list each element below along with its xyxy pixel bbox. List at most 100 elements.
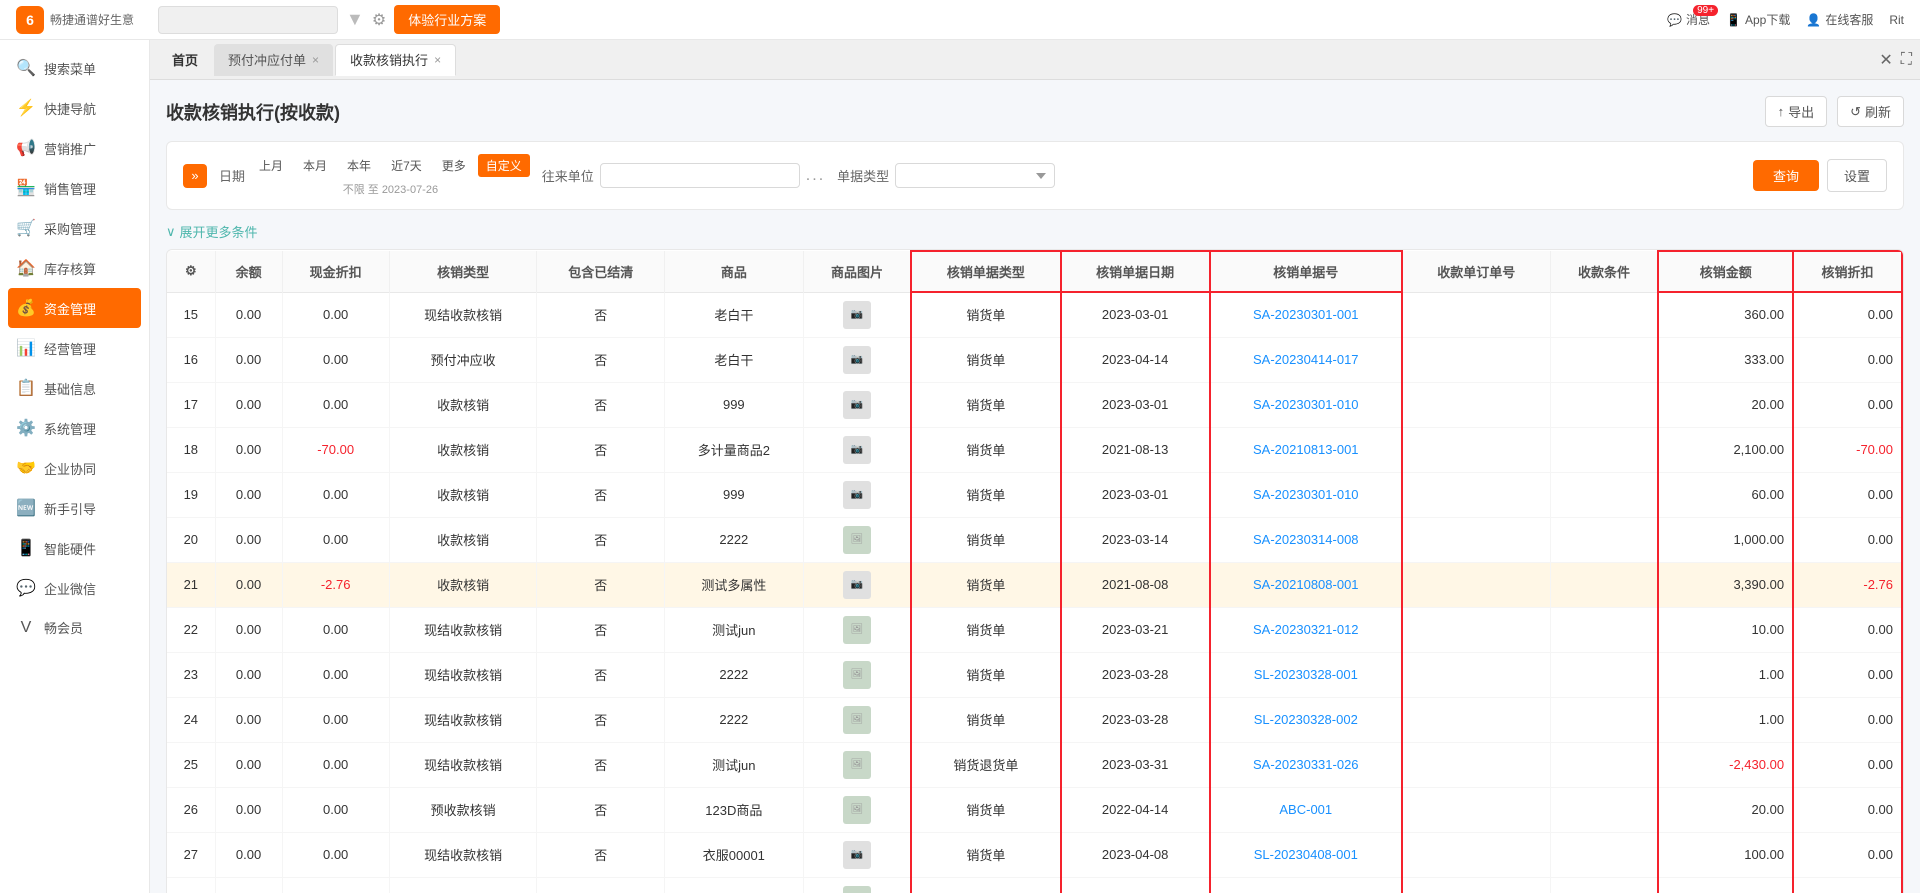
tab-prepay-close[interactable]: × [312,53,319,67]
row-cancel-bill-no[interactable]: SL-20230408-001 [1210,832,1402,877]
sidebar-item-hardware[interactable]: 📱 智能硬件 [0,528,149,568]
col-settings[interactable]: ⚙ [167,251,215,292]
query-button[interactable]: 查询 [1753,160,1819,191]
app-download-btn[interactable]: 📱 App下载 [1726,11,1790,28]
refresh-label: 刷新 [1865,102,1891,121]
row-cash-discount: 0.00 [282,877,389,893]
message-btn[interactable]: 💬 消息 99+ [1667,11,1710,28]
row-goods: 老白干 [664,292,803,337]
cancel-bill-link[interactable]: SA-20230331-026 [1253,757,1359,772]
goods-image: 📷 [843,391,871,419]
top-bar-left: 6 畅捷通谱好生意 ▼ ⚙ 体验行业方案 [16,5,1655,34]
user-avatar[interactable]: Rit [1889,13,1904,27]
tab-home[interactable]: 首页 [158,44,212,76]
sidebar-item-marketing[interactable]: 📢 营销推广 [0,128,149,168]
row-cancel-bill-no[interactable]: SA-20230301-010 [1210,472,1402,517]
guide-icon: 🆕 [16,498,36,518]
row-cancel-bill-no[interactable]: SA-20230314-008 [1210,517,1402,562]
row-cancel-discount: 0.00 [1793,292,1902,337]
cancel-bill-link[interactable]: SL-20230328-002 [1254,712,1358,727]
sidebar-item-system[interactable]: ⚙️ 系统管理 [0,408,149,448]
trial-button[interactable]: 体验行业方案 [394,5,500,34]
custom-date-btn[interactable]: 自定义 [478,154,530,177]
close-tab-btn[interactable]: ✕ [1879,50,1892,70]
refresh-button[interactable]: ↺ 刷新 [1837,96,1904,127]
row-cash-discount: 0.00 [282,787,389,832]
table-row: 25 0.00 0.00 现结收款核销 否 测试jun 🖼 销货退货单 2023… [167,742,1902,787]
row-balance: 0.00 [215,337,282,382]
cancel-bill-link[interactable]: SL-20230408-001 [1254,847,1358,862]
sidebar-item-wechat[interactable]: 💬 企业微信 [0,568,149,608]
cancel-bill-link[interactable]: SA-20230301-010 [1253,397,1359,412]
row-collection-condition [1550,607,1658,652]
row-no: 15 [167,292,215,337]
row-cancel-bill-no[interactable]: SL-20230328-001 [1210,652,1402,697]
row-cancel-bill-no[interactable]: SL-20230418-001 [1210,877,1402,893]
partner-input[interactable] [600,163,800,188]
row-cancel-bill-no[interactable]: SA-20210808-001 [1210,562,1402,607]
column-settings-icon[interactable]: ⚙ [185,263,197,278]
sidebar-item-inventory[interactable]: 🏠 库存核算 [0,248,149,288]
last-month-btn[interactable]: 上月 [251,154,291,177]
sidebar-item-basic[interactable]: 📋 基础信息 [0,368,149,408]
cancel-bill-link[interactable]: SA-20210808-001 [1253,577,1359,592]
last7-btn[interactable]: 近7天 [383,154,430,177]
row-cancel-bill-no[interactable]: SL-20230328-002 [1210,697,1402,742]
row-cancel-bill-no[interactable]: SA-20230301-001 [1210,292,1402,337]
row-cancel-bill-type: 销货单 [911,472,1060,517]
row-cancel-bill-no[interactable]: SA-20230321-012 [1210,607,1402,652]
filter-expand-button[interactable]: » [183,164,207,188]
voucher-type-label: 单据类型 [837,166,889,185]
row-no: 18 [167,427,215,472]
row-cash-discount: 0.00 [282,517,389,562]
refresh-icon: ↺ [1850,104,1861,120]
settings-icon[interactable]: ⚙ [372,10,386,30]
cancel-bill-link[interactable]: SA-20230314-008 [1253,532,1359,547]
tab-collect-close[interactable]: × [434,53,441,67]
maximize-tab-btn[interactable]: ⛶ [1901,50,1912,70]
sidebar-item-guide[interactable]: 🆕 新手引导 [0,488,149,528]
this-year-btn[interactable]: 本年 [339,154,379,177]
more-date-btn[interactable]: 更多 [434,154,474,177]
sidebar-item-finance[interactable]: 💰 资金管理 [8,288,141,328]
service-btn[interactable]: 👤 在线客服 [1806,11,1873,28]
cancel-bill-link[interactable]: ABC-001 [1279,802,1332,817]
sidebar-item-ops[interactable]: 📊 经营管理 [0,328,149,368]
sidebar-item-member[interactable]: V 畅会员 [0,608,149,647]
sidebar-item-purchase[interactable]: 🛒 采购管理 [0,208,149,248]
row-cancel-bill-type: 销货单 [911,832,1060,877]
table-row: 16 0.00 0.00 预付冲应收 否 老白干 📷 销货单 2023-04-1… [167,337,1902,382]
brand: 6 畅捷通谱好生意 [16,6,134,34]
cancel-bill-link[interactable]: SL-20230328-001 [1254,667,1358,682]
goods-image: 🖼 [843,886,871,893]
cancel-bill-link[interactable]: SA-20230321-012 [1253,622,1359,637]
sidebar-item-sales[interactable]: 🏪 销售管理 [0,168,149,208]
row-cancel-bill-no[interactable]: SA-20230414-017 [1210,337,1402,382]
cancel-bill-link[interactable]: SA-20230301-010 [1253,487,1359,502]
column-settings-button[interactable]: 设置 [1827,159,1887,192]
top-search-input[interactable] [158,6,338,34]
sidebar-item-label: 搜索菜单 [44,59,96,78]
row-cancel-bill-no[interactable]: SA-20230301-010 [1210,382,1402,427]
row-goods: 测试jun [664,607,803,652]
row-cancel-discount: 0.00 [1793,697,1902,742]
row-cancel-bill-no[interactable]: ABC-001 [1210,787,1402,832]
cancel-bill-link[interactable]: SA-20230414-017 [1253,352,1359,367]
row-collection-order-no [1402,652,1550,697]
row-cancel-bill-no[interactable]: SA-20230331-026 [1210,742,1402,787]
row-cancel-bill-type: 销货单 [911,337,1060,382]
row-cancel-bill-no[interactable]: SA-20210813-001 [1210,427,1402,472]
this-month-btn[interactable]: 本月 [295,154,335,177]
export-button[interactable]: ↑ 导出 [1765,96,1828,127]
cancel-bill-link[interactable]: SA-20230301-001 [1253,307,1359,322]
cancel-bill-link[interactable]: SA-20210813-001 [1253,442,1359,457]
sidebar-item-enterprise[interactable]: 🤝 企业协同 [0,448,149,488]
header-actions: ↑ 导出 ↺ 刷新 [1765,96,1904,127]
row-collection-order-no [1402,427,1550,472]
voucher-type-select[interactable] [895,163,1055,188]
sidebar-item-search[interactable]: 🔍 搜索菜单 [0,48,149,88]
tab-collect[interactable]: 收款核销执行 × [335,44,456,76]
sidebar-item-quick[interactable]: ⚡ 快捷导航 [0,88,149,128]
tab-prepay[interactable]: 预付冲应付单 × [214,44,333,76]
expand-more-button[interactable]: ∨ 展开更多条件 [166,222,1904,241]
